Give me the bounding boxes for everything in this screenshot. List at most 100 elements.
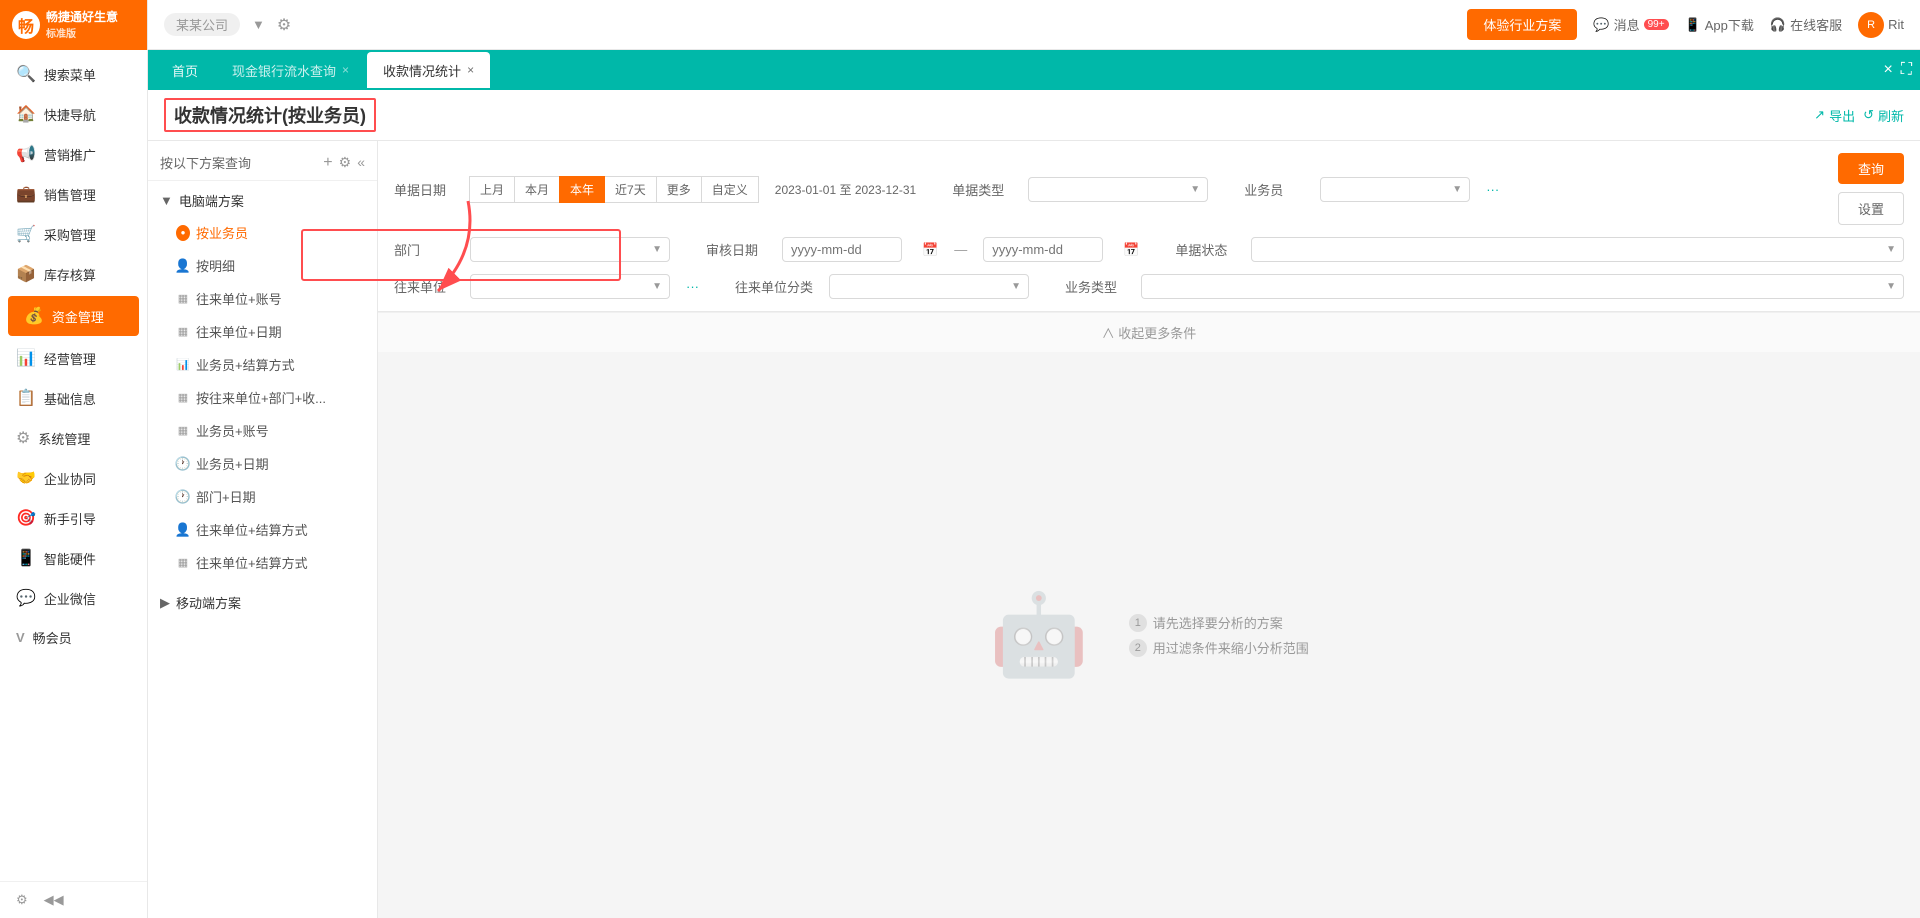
- date-btn-group: 上月 本月 本年 近7天 更多 自定义: [470, 176, 759, 203]
- salesperson-select[interactable]: [1320, 177, 1470, 202]
- date-btn-last-month[interactable]: 上月: [469, 176, 515, 203]
- search-icon: 🔍: [16, 64, 36, 84]
- maximize-button[interactable]: ⛶: [1901, 61, 1912, 79]
- sidebar-item-enterprise[interactable]: 🤝 企业协同: [0, 458, 147, 498]
- sidebar-item-sales[interactable]: 💼 销售管理: [0, 174, 147, 214]
- salesperson-more-btn[interactable]: ···: [1486, 182, 1499, 197]
- schema-item-partner-dept[interactable]: ▦ 按往来单位+部门+收...: [148, 381, 377, 414]
- sidebar-item-member[interactable]: V 畅会员: [0, 618, 147, 657]
- app-download-button[interactable]: 📱 App下载: [1685, 15, 1754, 34]
- voucher-type-select[interactable]: [1028, 177, 1208, 202]
- online-service-label: 在线客服: [1790, 15, 1842, 34]
- schema-item-partner-payment1[interactable]: 👤 往来单位+结算方式: [148, 513, 377, 546]
- tab-collection-close[interactable]: ×: [467, 63, 474, 77]
- schema-settings-button[interactable]: ⚙: [339, 154, 352, 172]
- salesperson-label: 业务员: [1244, 180, 1304, 199]
- tab-home[interactable]: 首页: [156, 52, 214, 88]
- schema-item-partner-payment2[interactable]: ▦ 往来单位+结算方式: [148, 546, 377, 579]
- step-1-text: 请先选择要分析的方案: [1153, 613, 1283, 632]
- header-right: 体验行业方案 💬 消息 99+ 📱 App下载 🎧 在线客服 R Rit: [1467, 9, 1904, 40]
- messages-label: 消息: [1614, 15, 1640, 34]
- wechat-icon: 💬: [16, 588, 36, 608]
- schema-item-label: 往来单位+结算方式: [196, 553, 308, 572]
- date-btn-7days[interactable]: 近7天: [604, 176, 657, 203]
- tab-collection[interactable]: 收款情况统计 ×: [367, 52, 490, 88]
- settings-footer-icon[interactable]: ⚙: [16, 892, 28, 908]
- tab-bank-close[interactable]: ×: [342, 63, 349, 77]
- content-body: 按以下方案查询 + ⚙ « ▼ 电脑端方案 ●: [148, 141, 1920, 918]
- sidebar-item-wechat[interactable]: 💬 企业微信: [0, 578, 147, 618]
- calendar-icon-2[interactable]: 📅: [1123, 242, 1139, 258]
- schema-item-salesperson-payment[interactable]: 📊 业务员+结算方式: [148, 348, 377, 381]
- messages-button[interactable]: 💬 消息 99+: [1593, 15, 1668, 34]
- schema-item-salesperson-account[interactable]: ▦ 业务员+账号: [148, 414, 377, 447]
- user-menu[interactable]: R Rit: [1858, 12, 1904, 38]
- schema-item-salesperson-date[interactable]: 🕐 业务员+日期: [148, 447, 377, 480]
- page-content: 收款情况统计(按业务员) ↗ 导出 ↺ 刷新 按以下方案查询 +: [148, 90, 1920, 918]
- add-schema-button[interactable]: +: [323, 154, 332, 172]
- sidebar-item-operation[interactable]: 📊 经营管理: [0, 338, 147, 378]
- status-select[interactable]: [1251, 237, 1904, 262]
- date-btn-custom[interactable]: 自定义: [701, 176, 759, 203]
- query-button[interactable]: 查询: [1838, 153, 1904, 184]
- sidebar-item-system[interactable]: ⚙ 系统管理: [0, 418, 147, 458]
- schema-item-dept-date[interactable]: 🕐 部门+日期: [148, 480, 377, 513]
- table-icon-5: ▦: [176, 556, 190, 570]
- date-btn-this-year[interactable]: 本年: [559, 176, 605, 203]
- schema-group-desktop[interactable]: ▼ 电脑端方案: [148, 185, 377, 216]
- close-window-button[interactable]: ×: [1883, 61, 1892, 79]
- sidebar-item-finance[interactable]: 💰 资金管理: [8, 296, 139, 336]
- table-icon-4: ▦: [176, 424, 190, 438]
- logo-sub: 标准版: [46, 25, 118, 40]
- collapse-bar[interactable]: ∧ 收起更多条件: [378, 312, 1920, 352]
- industry-button[interactable]: 体验行业方案: [1467, 9, 1577, 40]
- filter-row-1: 单据日期 上月 本月 本年 近7天 更多 自定义 2023-01-01 至 20…: [394, 153, 1904, 225]
- sidebar-item-label: 库存核算: [44, 265, 96, 284]
- review-date-to[interactable]: [983, 237, 1103, 262]
- main-area: 某某公司 ▼ ⚙ 体验行业方案 💬 消息 99+ 📱 App下载 🎧 在线客服 …: [148, 0, 1920, 918]
- business-type-select[interactable]: [1141, 274, 1904, 299]
- schema-section-mobile: ▶ 移动端方案: [148, 583, 377, 622]
- sidebar-item-basic[interactable]: 📋 基础信息: [0, 378, 147, 418]
- sidebar-item-search[interactable]: 🔍 搜索菜单: [0, 54, 147, 94]
- tab-bank[interactable]: 现金银行流水查询 ×: [216, 52, 365, 88]
- sidebar-item-inventory[interactable]: 📦 库存核算: [0, 254, 147, 294]
- partner-select[interactable]: [470, 274, 670, 299]
- partner-type-select[interactable]: [829, 274, 1029, 299]
- export-button[interactable]: ↗ 导出: [1814, 106, 1855, 125]
- sidebar-item-hardware[interactable]: 📱 智能硬件: [0, 538, 147, 578]
- date-btn-more[interactable]: 更多: [656, 176, 702, 203]
- review-date-label: 审核日期: [706, 240, 766, 259]
- collapse-panel-button[interactable]: «: [357, 154, 365, 172]
- partner-label: 往来单位: [394, 277, 454, 296]
- schema-item-salesperson[interactable]: ● 按业务员: [148, 216, 377, 249]
- sidebar-item-purchase[interactable]: 🛒 采购管理: [0, 214, 147, 254]
- sidebar: 畅 畅捷通好生意 标准版 🔍 搜索菜单 🏠 快捷导航 📢 营销推广 💼 销售管理…: [0, 0, 148, 918]
- sidebar-item-marketing[interactable]: 📢 营销推广: [0, 134, 147, 174]
- date-label: 单据日期: [394, 180, 454, 199]
- sidebar-item-label: 企业协同: [44, 469, 96, 488]
- schema-section-desktop: ▼ 电脑端方案 ● 按业务员 👤 按明细 ▦: [148, 181, 377, 583]
- schema-item-partner-account[interactable]: ▦ 往来单位+账号: [148, 282, 377, 315]
- department-select[interactable]: [470, 237, 670, 262]
- schema-item-detail[interactable]: 👤 按明细: [148, 249, 377, 282]
- filter-row-2: 部门 审核日期 📅 — 📅 单据状态: [394, 237, 1904, 262]
- settings-button[interactable]: 设置: [1838, 192, 1904, 225]
- dropdown-icon[interactable]: ▼: [252, 17, 265, 32]
- partner-more-btn[interactable]: ···: [686, 279, 699, 294]
- clock-icon-2: 🕐: [176, 490, 190, 504]
- sidebar-item-shortcut[interactable]: 🏠 快捷导航: [0, 94, 147, 134]
- settings-header-icon[interactable]: ⚙: [277, 15, 291, 35]
- schema-group-mobile[interactable]: ▶ 移动端方案: [148, 587, 377, 618]
- online-service-button[interactable]: 🎧 在线客服: [1770, 15, 1842, 34]
- schema-item-partner-date[interactable]: ▦ 往来单位+日期: [148, 315, 377, 348]
- sidebar-item-guide[interactable]: 🎯 新手引导: [0, 498, 147, 538]
- sidebar-item-label: 快捷导航: [44, 105, 96, 124]
- sidebar-item-label: 基础信息: [44, 389, 96, 408]
- collapse-footer-icon[interactable]: ◀◀: [44, 892, 64, 908]
- review-date-from[interactable]: [782, 237, 902, 262]
- sidebar-item-label: 销售管理: [44, 185, 96, 204]
- date-btn-this-month[interactable]: 本月: [514, 176, 560, 203]
- calendar-icon-1[interactable]: 📅: [922, 242, 938, 258]
- refresh-button[interactable]: ↺ 刷新: [1863, 106, 1904, 125]
